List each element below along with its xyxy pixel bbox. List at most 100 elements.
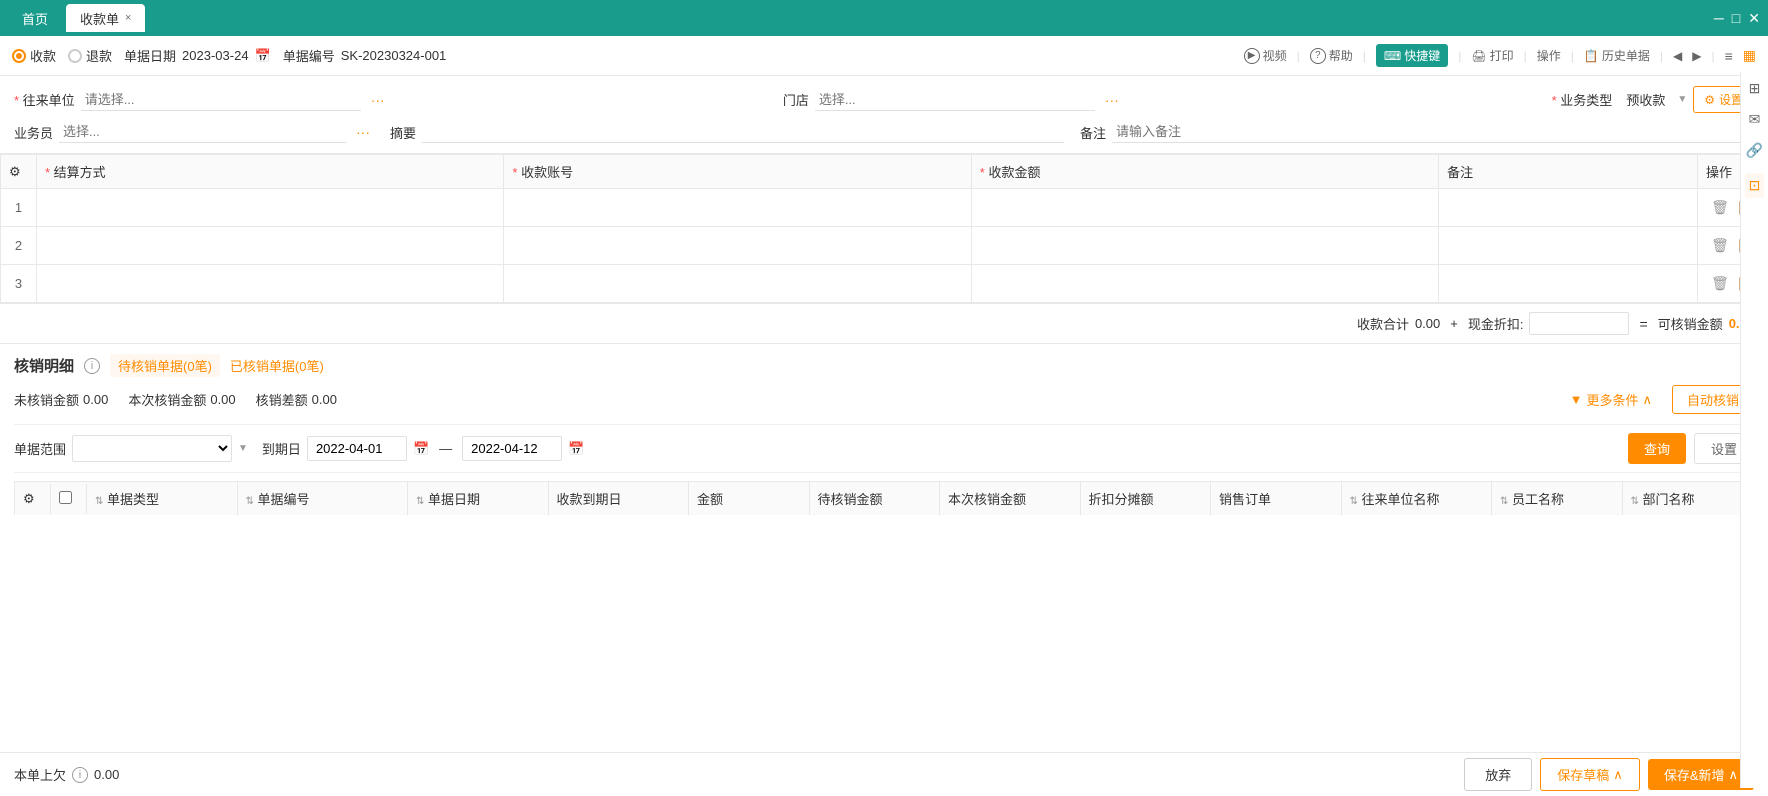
sidebar-email-icon[interactable]: ✉: [1749, 111, 1761, 128]
plus-sign: +: [1450, 316, 1458, 331]
help-label: 帮助: [1329, 47, 1353, 64]
calendar-from-icon[interactable]: 📅: [413, 441, 429, 457]
save-new-label: 保存&新增: [1664, 765, 1725, 784]
done-tab[interactable]: 已核销单据(0笔): [222, 354, 332, 377]
filter-row: 单据范围 ▼ 到期日 📅 — 📅 查询 设置: [14, 424, 1754, 473]
sep5: |: [1571, 49, 1574, 63]
print-action[interactable]: 🖨 打印: [1471, 47, 1513, 64]
save-new-button[interactable]: 保存&新增 ∧: [1648, 759, 1754, 790]
due-label: 到期日: [262, 439, 301, 458]
draft-button[interactable]: 保存草稿 ∧: [1540, 758, 1640, 791]
counterpart-input[interactable]: [81, 89, 361, 111]
col-settings-icon: ⚙: [9, 164, 21, 179]
row-3-settle[interactable]: [37, 265, 504, 303]
calendar-icon[interactable]: 📅: [255, 48, 271, 64]
total-item: 收款合计 0.00: [1357, 314, 1440, 333]
discount-input[interactable]: [1529, 312, 1629, 335]
range-dropdown-icon: ▼: [238, 443, 248, 454]
sidebar-table-icon[interactable]: ⊞: [1749, 80, 1761, 97]
biz-type-field: 业务类型 预收款 ▼ ⚙ 设置: [1552, 86, 1754, 113]
nav-prev-icon[interactable]: ◀: [1673, 49, 1682, 63]
receipt-radio-circle: [12, 49, 26, 63]
calendar-to-icon[interactable]: 📅: [568, 441, 584, 457]
current-verify-label: 本次核销金额: [128, 390, 206, 409]
biz-type-dropdown-icon[interactable]: ▼: [1677, 94, 1687, 105]
row-2-amount[interactable]: [971, 227, 1438, 265]
grid-view-icon[interactable]: ▦: [1743, 47, 1756, 64]
summary-label: 摘要: [390, 123, 416, 142]
row-3-delete-icon[interactable]: 🗑: [1711, 275, 1729, 291]
refund-radio[interactable]: 退款: [68, 46, 112, 65]
select-all-checkbox[interactable]: [59, 491, 72, 504]
receipt-refund-toggle: 收款 退款: [12, 46, 112, 65]
more-conditions-btn[interactable]: ▼ 更多条件 ∧: [1570, 390, 1652, 409]
vcol-doc-num: ⇅ 单据编号: [238, 482, 409, 515]
row-1-account[interactable]: [504, 189, 971, 227]
row-3-remark[interactable]: [1439, 265, 1698, 303]
tab-close-icon[interactable]: ×: [125, 12, 131, 24]
row-1-delete-icon[interactable]: 🗑: [1711, 199, 1729, 215]
row-1-remark[interactable]: [1439, 189, 1698, 227]
verification-info-icon[interactable]: i: [84, 358, 100, 374]
col-settings-header[interactable]: ⚙: [1, 155, 37, 189]
range-select[interactable]: [72, 435, 232, 462]
summary-input[interactable]: [422, 121, 1064, 143]
shortcut-action[interactable]: ⌨ 快捷键: [1376, 44, 1448, 67]
equal-sign: =: [1639, 316, 1647, 332]
operation-action[interactable]: 操作: [1537, 47, 1561, 64]
action-col-label: 操作: [1706, 165, 1732, 180]
pending-tab[interactable]: 待核销单据(0笔): [110, 354, 220, 377]
counterpart-more-btn[interactable]: ···: [367, 92, 389, 108]
window-minimize-icon[interactable]: ─: [1714, 10, 1724, 26]
sidebar-screenshot-icon[interactable]: ⊡: [1745, 173, 1765, 198]
bottom-actions: 放弃 保存草稿 ∧ 保存&新增 ∧: [1464, 758, 1754, 791]
vcol-settings[interactable]: ⚙: [15, 484, 51, 514]
sidebar-link-icon[interactable]: 🔗: [1746, 142, 1763, 159]
due-date-from-input[interactable]: [307, 436, 407, 461]
store-input[interactable]: [815, 89, 1095, 111]
abandon-button[interactable]: 放弃: [1464, 758, 1532, 791]
window-maximize-icon[interactable]: □: [1732, 10, 1740, 26]
col-settle-method-header: 结算方式: [37, 155, 504, 189]
due-date-to-input[interactable]: [462, 436, 562, 461]
tab-home[interactable]: 首页: [8, 4, 62, 32]
draft-dropdown-icon[interactable]: ∧: [1613, 767, 1623, 783]
help-action[interactable]: ? 帮助: [1310, 47, 1353, 64]
row-2-delete-icon[interactable]: 🗑: [1711, 237, 1729, 253]
store-more-btn[interactable]: ···: [1101, 92, 1123, 108]
account-label: 收款账号: [512, 165, 573, 180]
shortcut-label: 快捷键: [1404, 47, 1440, 64]
tab-receipt[interactable]: 收款单 ×: [66, 4, 145, 32]
current-verify-stat: 本次核销金额 0.00: [128, 390, 235, 409]
query-button[interactable]: 查询: [1628, 433, 1686, 464]
row-3-account[interactable]: [504, 265, 971, 303]
nav-next-icon[interactable]: ▶: [1692, 49, 1701, 63]
save-new-dropdown-icon[interactable]: ∧: [1728, 767, 1738, 783]
row-2-account[interactable]: [504, 227, 971, 265]
vcol-discount-label: 折扣分摊额: [1089, 492, 1154, 507]
row-1-amount[interactable]: [971, 189, 1438, 227]
list-view-icon[interactable]: ≡: [1725, 48, 1733, 64]
range-filter: 单据范围 ▼: [14, 435, 248, 462]
row-2-remark[interactable]: [1439, 227, 1698, 265]
row-2-settle[interactable]: [37, 227, 504, 265]
video-action[interactable]: ▶ 视频: [1244, 47, 1287, 64]
vcol-checkbox[interactable]: [51, 484, 87, 514]
vcol-due-date: 收款到期日: [549, 482, 690, 515]
row-1-settle[interactable]: [37, 189, 504, 227]
info-icon-bottom[interactable]: i: [72, 767, 88, 783]
verification-tabs: 待核销单据(0笔) 已核销单据(0笔): [110, 354, 332, 377]
window-close-icon[interactable]: ✕: [1748, 10, 1760, 27]
history-action[interactable]: 📋 历史单据: [1584, 47, 1650, 64]
diff-stat: 核销差额 0.00: [256, 390, 337, 409]
row-3-amount[interactable]: [971, 265, 1438, 303]
staff-more-btn[interactable]: ···: [352, 124, 374, 140]
remark-input[interactable]: [1112, 121, 1754, 143]
staff-input[interactable]: [59, 121, 346, 143]
print-label: 打印: [1490, 47, 1514, 64]
vcol-current-verify-label: 本次核销金额: [948, 492, 1026, 507]
verification-title-row: 核销明细 i 待核销单据(0笔) 已核销单据(0笔): [14, 354, 1754, 377]
receipt-radio[interactable]: 收款: [12, 46, 56, 65]
unverified-value: 0.00: [83, 392, 108, 407]
draft-label: 保存草稿: [1557, 765, 1609, 784]
